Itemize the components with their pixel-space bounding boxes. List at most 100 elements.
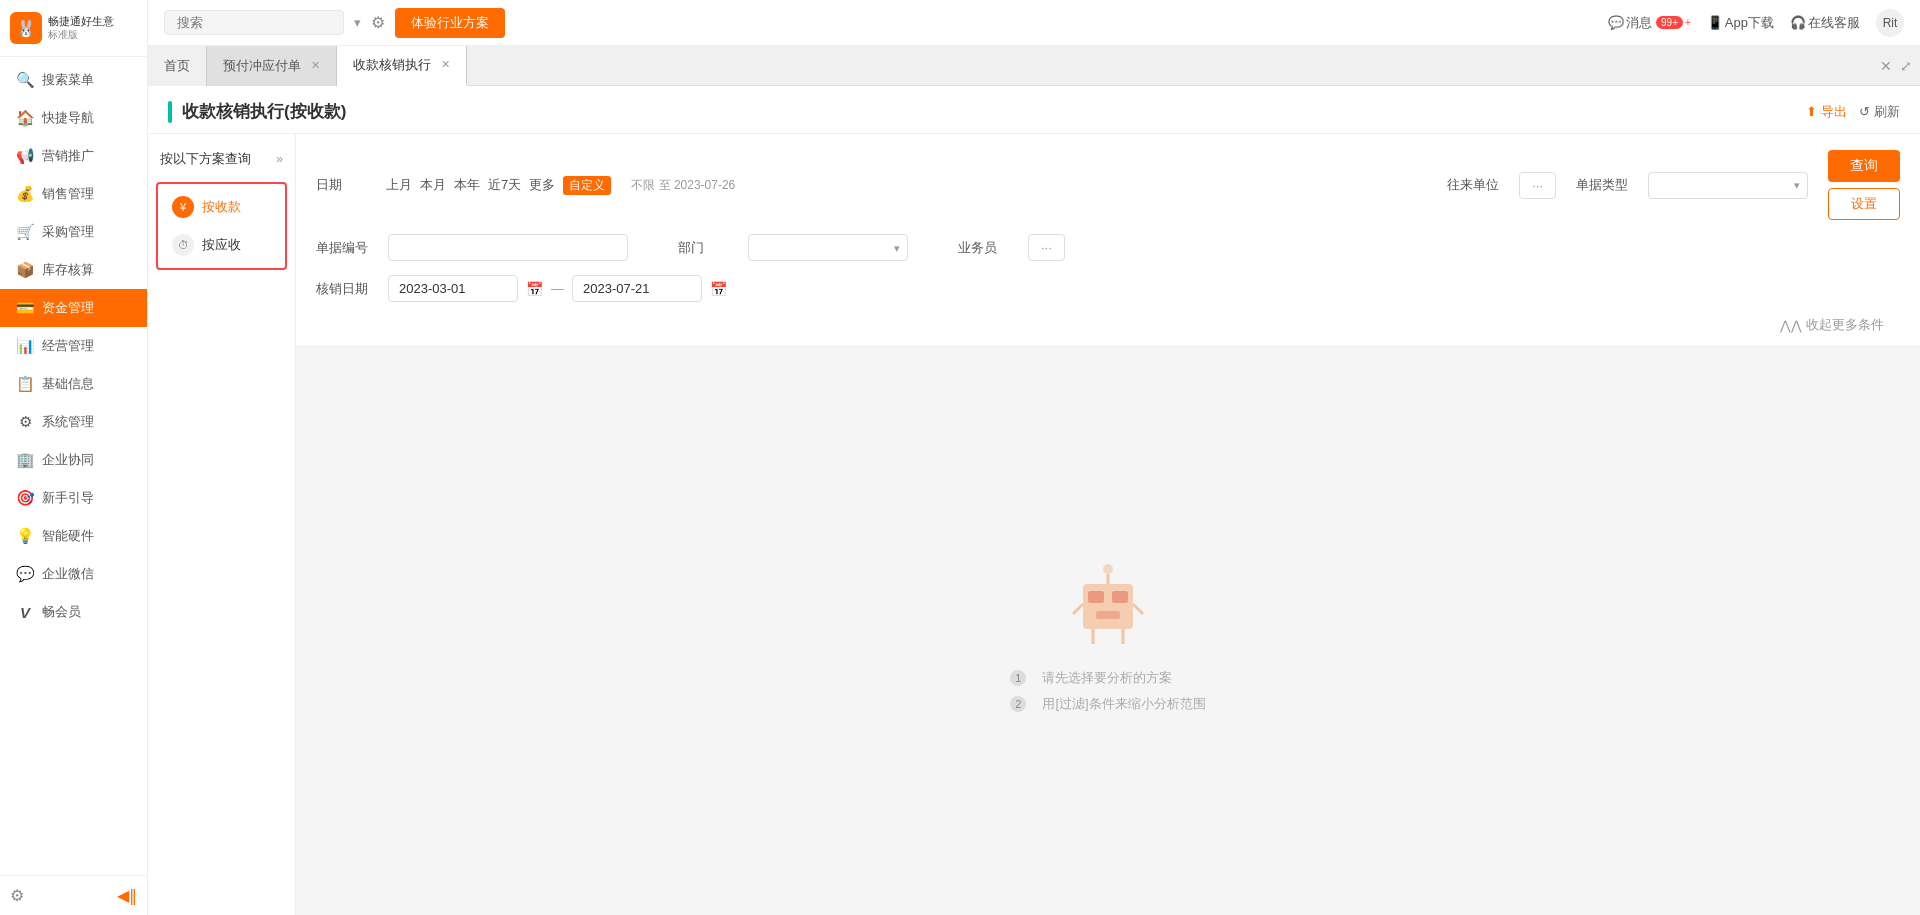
sidebar-item-finance[interactable]: 💳 资金管理 bbox=[0, 289, 147, 327]
app-name: 畅捷通好生意 bbox=[48, 14, 114, 28]
message-plus: + bbox=[1685, 17, 1691, 28]
doc-type-label: 单据类型 bbox=[1576, 176, 1628, 194]
user-avatar[interactable]: Rit bbox=[1876, 9, 1904, 37]
doc-type-select[interactable] bbox=[1648, 172, 1808, 199]
sidebar-item-label: 采购管理 bbox=[42, 223, 94, 241]
counterparty-input[interactable]: ··· bbox=[1519, 172, 1556, 199]
user-name: Rit bbox=[1883, 16, 1898, 30]
tip-2-text: 用[过滤]条件来缩小分析范围 bbox=[1042, 695, 1205, 713]
export-icon: ⬆ bbox=[1806, 104, 1817, 119]
search-icon: 🔍 bbox=[16, 71, 34, 89]
row1-right: 往来单位 ··· 单据类型 bbox=[1447, 172, 1808, 199]
sidebar-item-search[interactable]: 🔍 搜索菜单 bbox=[0, 61, 147, 99]
sidebar-item-wechat[interactable]: 💬 企业微信 bbox=[0, 555, 147, 593]
sidebar-item-guide[interactable]: 🎯 新手引导 bbox=[0, 479, 147, 517]
topbar: ▾ ⚙ 体验行业方案 💬 消息 99+ + 📱 App下载 🎧 在线客服 Rit bbox=[148, 0, 1920, 46]
hardware-icon: 💡 bbox=[16, 527, 34, 545]
tab-bar-actions: ✕ ⤢ bbox=[1880, 58, 1920, 74]
writeoff-start-cal-icon[interactable]: 📅 bbox=[526, 281, 543, 297]
close-tab-icon[interactable]: ✕ bbox=[1880, 58, 1892, 74]
date-this-year[interactable]: 本年 bbox=[454, 176, 480, 194]
sidebar-item-label: 企业微信 bbox=[42, 565, 94, 583]
salesperson-input[interactable]: ··· bbox=[1028, 234, 1065, 261]
tab-receipt[interactable]: 收款核销执行 ✕ bbox=[337, 46, 467, 86]
sidebar-bottom: ⚙ ◀‖ bbox=[0, 875, 147, 915]
doc-number-input[interactable] bbox=[388, 234, 628, 261]
sidebar-item-operations[interactable]: 📊 经营管理 bbox=[0, 327, 147, 365]
sidebar-item-member[interactable]: V 畅会员 bbox=[0, 593, 147, 631]
settings-button[interactable]: 设置 bbox=[1828, 188, 1900, 220]
topbar-search-input[interactable] bbox=[164, 10, 344, 35]
tab-home[interactable]: 首页 bbox=[148, 46, 207, 86]
topbar-settings-icon[interactable]: ⚙ bbox=[371, 13, 385, 32]
purchase-icon: 🛒 bbox=[16, 223, 34, 241]
page-inner: 收款核销执行(按收款) ⬆ 导出 ↺ 刷新 按以下方案查询 » bbox=[148, 86, 1920, 915]
sidebar-item-basic[interactable]: 📋 基础信息 bbox=[0, 365, 147, 403]
date-this-month[interactable]: 本月 bbox=[420, 176, 446, 194]
date-last-month[interactable]: 上月 bbox=[386, 176, 412, 194]
message-badge: 99+ bbox=[1656, 16, 1683, 29]
writeoff-end-input[interactable] bbox=[572, 275, 702, 302]
sales-icon: 💰 bbox=[16, 185, 34, 203]
sidebar-item-quick[interactable]: 🏠 快捷导航 bbox=[0, 99, 147, 137]
date-range-separator: — bbox=[551, 281, 564, 296]
tab-receipt-close[interactable]: ✕ bbox=[441, 58, 450, 71]
sidebar-item-enterprise[interactable]: 🏢 企业协同 bbox=[0, 441, 147, 479]
date-7days[interactable]: 近7天 bbox=[488, 176, 521, 194]
tab-bar: 首页 预付冲应付单 ✕ 收款核销执行 ✕ ✕ ⤢ bbox=[148, 46, 1920, 86]
enterprise-icon: 🏢 bbox=[16, 451, 34, 469]
date-more[interactable]: 更多 bbox=[529, 176, 555, 194]
refresh-icon: ↺ bbox=[1859, 104, 1870, 119]
sidebar-item-hardware[interactable]: 💡 智能硬件 bbox=[0, 517, 147, 555]
app-download-button[interactable]: 📱 App下载 bbox=[1707, 14, 1774, 32]
industry-solution-button[interactable]: 体验行业方案 bbox=[395, 8, 505, 38]
filter-option-by-receipt[interactable]: ¥ 按收款 bbox=[158, 188, 285, 226]
page-title: 收款核销执行(按收款) bbox=[182, 100, 346, 123]
collapse-sidebar-icon[interactable]: ◀‖ bbox=[117, 886, 137, 905]
svg-rect-3 bbox=[1096, 611, 1120, 619]
tab-home-label: 首页 bbox=[164, 57, 190, 75]
filter-option-by-receivable[interactable]: ⏱ 按应收 bbox=[158, 226, 285, 264]
refresh-button[interactable]: ↺ 刷新 bbox=[1859, 103, 1900, 121]
operations-icon: 📊 bbox=[16, 337, 34, 355]
sidebar-item-marketing[interactable]: 📢 营销推广 bbox=[0, 137, 147, 175]
date-custom-badge[interactable]: 自定义 bbox=[563, 176, 611, 195]
export-button[interactable]: ⬆ 导出 bbox=[1806, 103, 1847, 121]
sidebar-item-system[interactable]: ⚙ 系统管理 bbox=[0, 403, 147, 441]
logo-icon: 🐰 bbox=[10, 12, 42, 44]
empty-state: 1 请先选择要分析的方案 2 用[过滤]条件来缩小分析范围 bbox=[296, 347, 1920, 915]
service-icon: 🎧 bbox=[1790, 15, 1806, 30]
topbar-right: 💬 消息 99+ + 📱 App下载 🎧 在线客服 Rit bbox=[1608, 9, 1904, 37]
salesperson-label: 业务员 bbox=[958, 239, 1008, 257]
topbar-dropdown-icon[interactable]: ▾ bbox=[354, 15, 361, 30]
writeoff-end-cal-icon[interactable]: 📅 bbox=[710, 281, 727, 297]
sidebar: 🐰 畅捷通好生意 标准版 🔍 搜索菜单 🏠 快捷导航 📢 营销推广 💰 销售管理… bbox=[0, 0, 148, 915]
filter-collapse-icon[interactable]: » bbox=[276, 152, 283, 166]
app-edition: 标准版 bbox=[48, 28, 114, 42]
empty-tips: 1 请先选择要分析的方案 2 用[过滤]条件来缩小分析范围 bbox=[1010, 669, 1205, 713]
sidebar-item-sales[interactable]: 💰 销售管理 bbox=[0, 175, 147, 213]
tab-prepay-close[interactable]: ✕ bbox=[311, 59, 320, 72]
writeoff-start-input[interactable] bbox=[388, 275, 518, 302]
tab-prepay[interactable]: 预付冲应付单 ✕ bbox=[207, 46, 337, 86]
sidebar-item-inventory[interactable]: 📦 库存核算 bbox=[0, 251, 147, 289]
home-icon: 🏠 bbox=[16, 109, 34, 127]
sidebar-item-purchase[interactable]: 🛒 采购管理 bbox=[0, 213, 147, 251]
tab-prepay-label: 预付冲应付单 bbox=[223, 57, 301, 75]
department-select[interactable] bbox=[748, 234, 908, 261]
collapse-more-button[interactable]: ⋀⋀ 收起更多条件 bbox=[1780, 316, 1900, 334]
online-service-button[interactable]: 🎧 在线客服 bbox=[1790, 14, 1860, 32]
settings-icon[interactable]: ⚙ bbox=[10, 886, 24, 905]
finance-icon: 💳 bbox=[16, 299, 34, 317]
download-icon: 📱 bbox=[1707, 15, 1723, 30]
counterparty-label: 往来单位 bbox=[1447, 176, 1499, 194]
tip-1-text: 请先选择要分析的方案 bbox=[1042, 669, 1172, 687]
tab-receipt-label: 收款核销执行 bbox=[353, 56, 431, 74]
svg-rect-1 bbox=[1088, 591, 1104, 603]
date-no-limit-label: 不限 至 2023-07-26 bbox=[631, 177, 735, 194]
tip-1-number: 1 bbox=[1010, 670, 1026, 686]
inventory-icon: 📦 bbox=[16, 261, 34, 279]
query-button[interactable]: 查询 bbox=[1828, 150, 1900, 182]
message-button[interactable]: 💬 消息 99+ + bbox=[1608, 14, 1691, 32]
maximize-tab-icon[interactable]: ⤢ bbox=[1900, 58, 1912, 74]
